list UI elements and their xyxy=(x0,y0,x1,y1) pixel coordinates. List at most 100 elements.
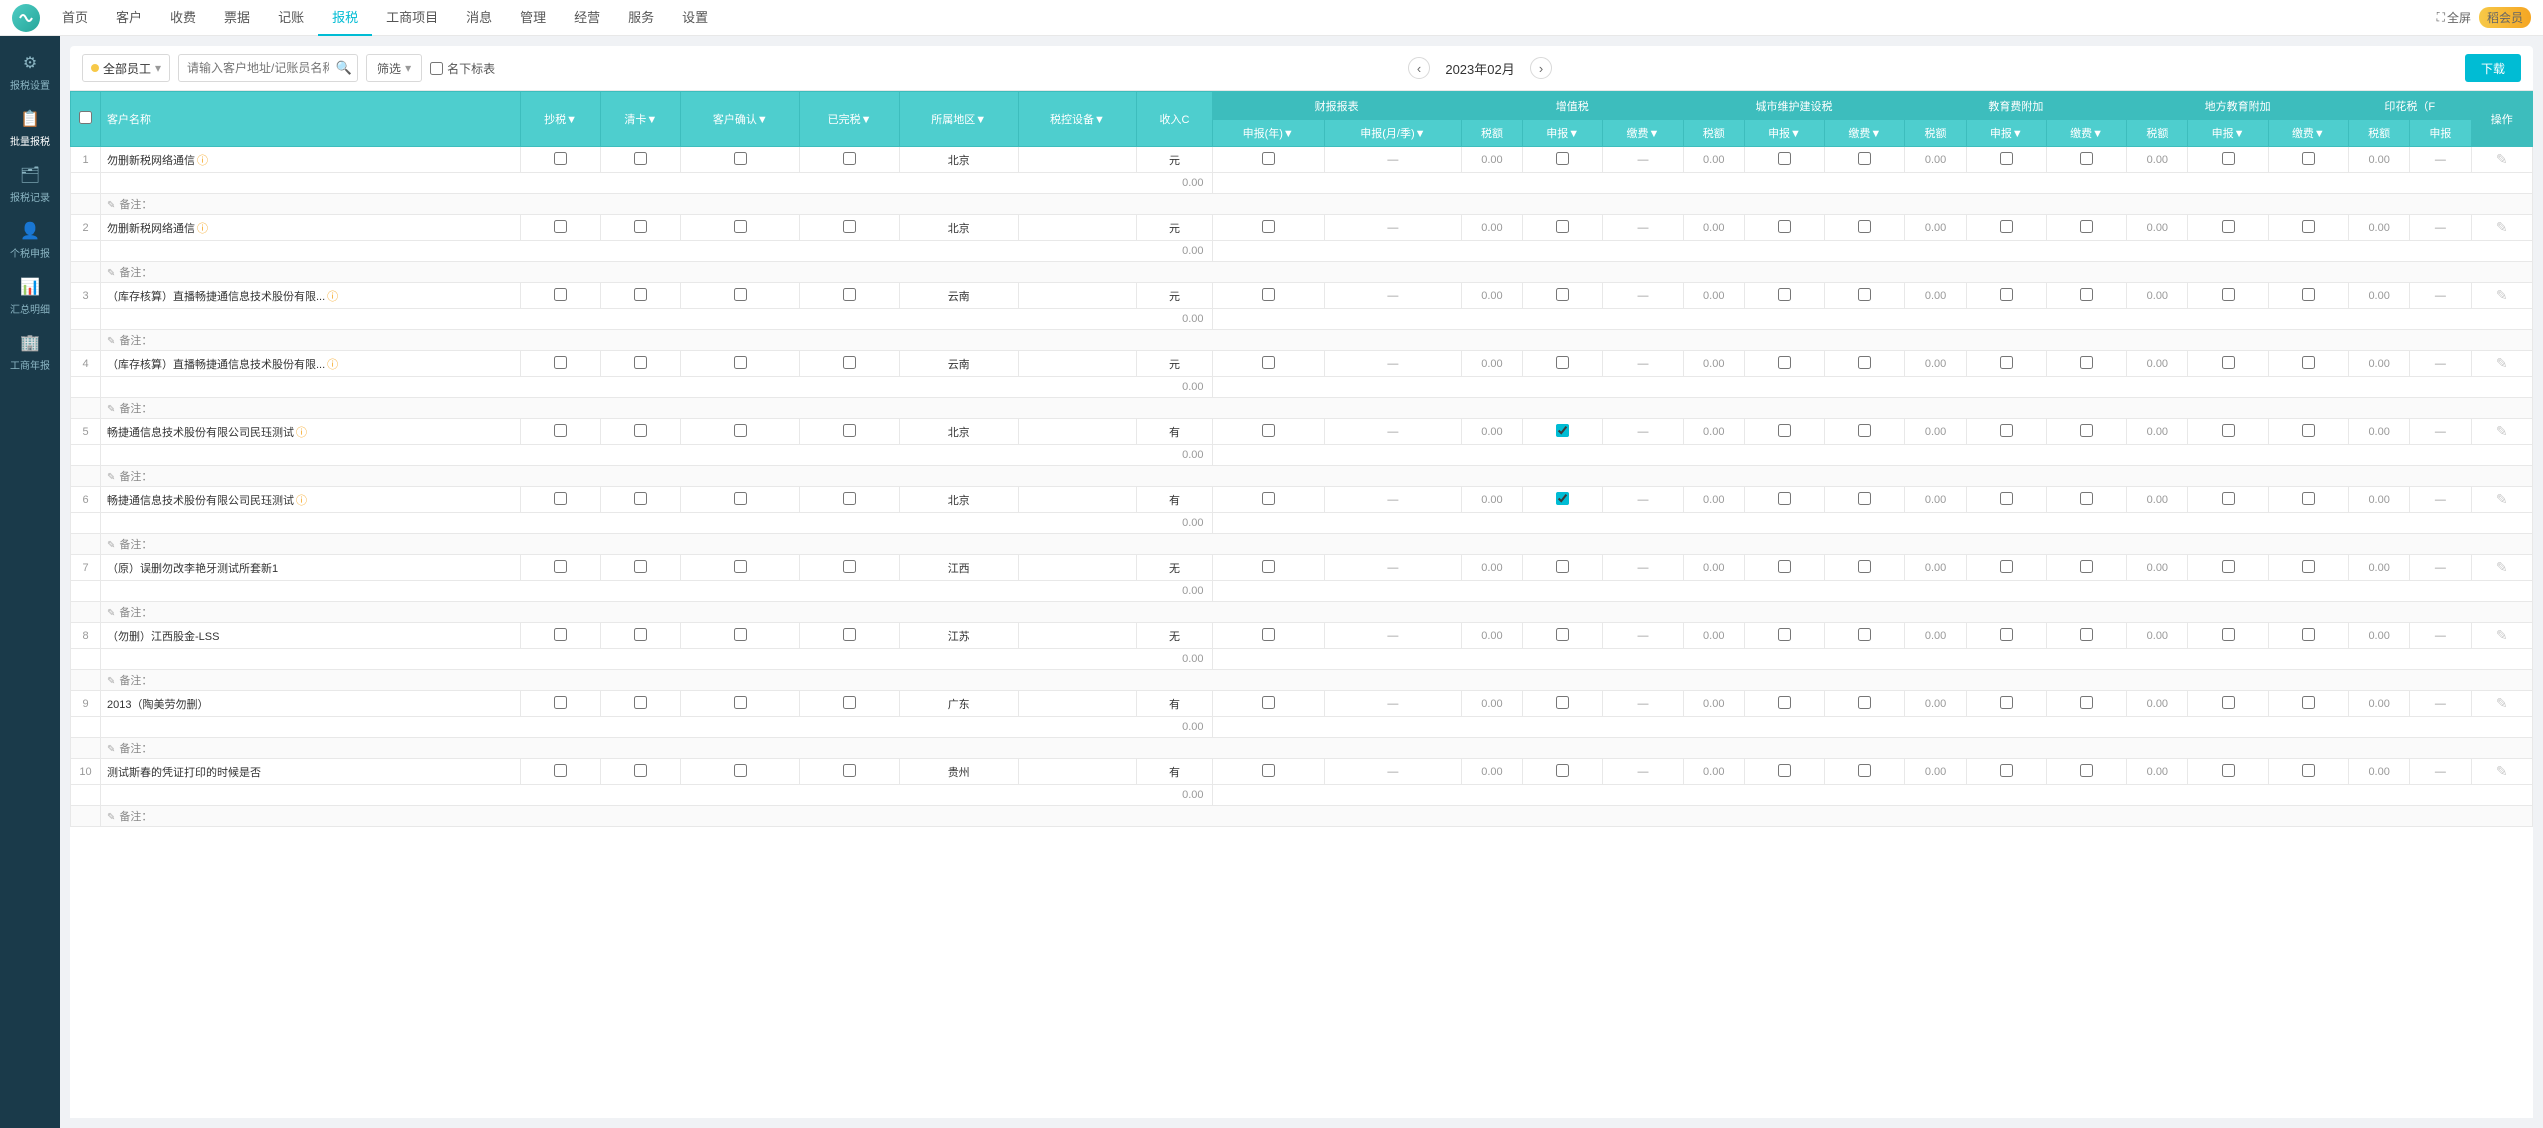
cs-apply-cb[interactable] xyxy=(1744,691,1824,717)
select-all-checkbox[interactable] xyxy=(79,111,92,124)
qingka-cb[interactable] xyxy=(601,283,681,309)
cs-apply-cb[interactable] xyxy=(1744,215,1824,241)
jy-pay-cb[interactable] xyxy=(2046,419,2126,445)
cs-apply-cb[interactable] xyxy=(1744,623,1824,649)
nav-xiaoxi[interactable]: 消息 xyxy=(452,0,506,36)
cs-apply-cb[interactable] xyxy=(1744,283,1824,309)
jy-pay-cb[interactable] xyxy=(2046,759,2126,785)
edit-ops[interactable]: ✎ xyxy=(2471,555,2533,581)
df-apply-cb[interactable] xyxy=(2188,555,2268,581)
edit-icon[interactable]: ✎ xyxy=(2496,695,2508,711)
zz-apply-cb[interactable] xyxy=(1523,147,1603,173)
queren-cb[interactable] xyxy=(681,487,800,513)
cs-pay-cb[interactable] xyxy=(1825,419,1905,445)
jy-pay-cb[interactable] xyxy=(2046,487,2126,513)
df-apply-cb[interactable] xyxy=(2188,419,2268,445)
chaoshui-cb[interactable] xyxy=(520,283,600,309)
edit-icon[interactable]: ✎ xyxy=(2496,491,2508,507)
edit-icon[interactable]: ✎ xyxy=(2496,559,2508,575)
zz-apply-cb[interactable] xyxy=(1523,623,1603,649)
edit-ops[interactable]: ✎ xyxy=(2471,623,2533,649)
df-pay-cb[interactable] xyxy=(2268,351,2348,377)
cs-apply-cb[interactable] xyxy=(1744,351,1824,377)
jy-apply-cb[interactable] xyxy=(1966,283,2046,309)
next-month-button[interactable]: › xyxy=(1530,57,1552,79)
nav-shezhi[interactable]: 设置 xyxy=(668,0,722,36)
cs-pay-cb[interactable] xyxy=(1825,691,1905,717)
filter-button[interactable]: 筛选 ▾ xyxy=(366,54,422,82)
caiwu-year-cb[interactable] xyxy=(1212,487,1324,513)
jy-apply-cb[interactable] xyxy=(1966,691,2046,717)
sidebar-item-geren[interactable]: 👤 个税申报 xyxy=(0,212,60,268)
caiwu-year-cb[interactable] xyxy=(1212,215,1324,241)
df-pay-cb[interactable] xyxy=(2268,147,2348,173)
edit-icon[interactable]: ✎ xyxy=(2496,151,2508,167)
queren-cb[interactable] xyxy=(681,419,800,445)
data-table-wrapper[interactable]: 客户名称 抄税▼ 清卡▼ 客户确认▼ 已完税▼ 所属地区▼ 税控设备▼ 收入C … xyxy=(70,91,2533,1118)
qingka-cb[interactable] xyxy=(601,691,681,717)
df-apply-cb[interactable] xyxy=(2188,759,2268,785)
edit-ops[interactable]: ✎ xyxy=(2471,759,2533,785)
qingka-cb[interactable] xyxy=(601,419,681,445)
df-apply-cb[interactable] xyxy=(2188,351,2268,377)
jy-pay-cb[interactable] xyxy=(2046,147,2126,173)
nav-gongshang[interactable]: 工商项目 xyxy=(372,0,452,36)
nav-guanli[interactable]: 管理 xyxy=(506,0,560,36)
search-icon[interactable]: 🔍 xyxy=(336,60,352,76)
jy-pay-cb[interactable] xyxy=(2046,691,2126,717)
df-pay-cb[interactable] xyxy=(2268,283,2348,309)
cs-pay-cb[interactable] xyxy=(1825,147,1905,173)
chaoshui-cb[interactable] xyxy=(520,623,600,649)
nav-client[interactable]: 客户 xyxy=(102,0,156,36)
th-checkbox[interactable] xyxy=(71,92,101,147)
caiwu-year-cb[interactable] xyxy=(1212,419,1324,445)
wansui-cb[interactable] xyxy=(800,351,900,377)
edit-icon[interactable]: ✎ xyxy=(2496,627,2508,643)
jy-pay-cb[interactable] xyxy=(2046,215,2126,241)
edit-ops[interactable]: ✎ xyxy=(2471,419,2533,445)
df-apply-cb[interactable] xyxy=(2188,487,2268,513)
zz-apply-cb[interactable] xyxy=(1523,555,1603,581)
cs-apply-cb[interactable] xyxy=(1744,555,1824,581)
nav-home[interactable]: 首页 xyxy=(48,0,102,36)
employee-filter[interactable]: 全部员工 ▾ xyxy=(82,54,170,82)
df-pay-cb[interactable] xyxy=(2268,691,2348,717)
jy-pay-cb[interactable] xyxy=(2046,623,2126,649)
edit-ops[interactable]: ✎ xyxy=(2471,487,2533,513)
zz-apply-cb[interactable] xyxy=(1523,283,1603,309)
edit-ops[interactable]: ✎ xyxy=(2471,283,2533,309)
queren-cb[interactable] xyxy=(681,147,800,173)
cs-pay-cb[interactable] xyxy=(1825,351,1905,377)
chaoshui-cb[interactable] xyxy=(520,419,600,445)
edit-ops[interactable]: ✎ xyxy=(2471,351,2533,377)
nav-jingying[interactable]: 经营 xyxy=(560,0,614,36)
df-pay-cb[interactable] xyxy=(2268,215,2348,241)
remark-text[interactable]: ✎备注： xyxy=(101,670,2533,691)
df-apply-cb[interactable] xyxy=(2188,215,2268,241)
chaoshui-cb[interactable] xyxy=(520,215,600,241)
zz-apply-cb[interactable] xyxy=(1523,215,1603,241)
qingka-cb[interactable] xyxy=(601,623,681,649)
nav-baoshui[interactable]: 报税 xyxy=(318,0,372,36)
remark-text[interactable]: ✎备注： xyxy=(101,602,2533,623)
df-pay-cb[interactable] xyxy=(2268,487,2348,513)
wansui-cb[interactable] xyxy=(800,283,900,309)
queren-cb[interactable] xyxy=(681,351,800,377)
qingka-cb[interactable] xyxy=(601,351,681,377)
remark-text[interactable]: ✎备注： xyxy=(101,398,2533,419)
caiwu-year-cb[interactable] xyxy=(1212,623,1324,649)
remark-text[interactable]: ✎备注： xyxy=(101,194,2533,215)
caiwu-year-cb[interactable] xyxy=(1212,555,1324,581)
queren-cb[interactable] xyxy=(681,623,800,649)
caiwu-year-cb[interactable] xyxy=(1212,759,1324,785)
df-apply-cb[interactable] xyxy=(2188,691,2268,717)
cs-apply-cb[interactable] xyxy=(1744,487,1824,513)
search-input[interactable] xyxy=(178,54,358,82)
remark-text[interactable]: ✎备注： xyxy=(101,262,2533,283)
remark-text[interactable]: ✎备注： xyxy=(101,738,2533,759)
zz-apply-cb[interactable] xyxy=(1523,691,1603,717)
edit-ops[interactable]: ✎ xyxy=(2471,691,2533,717)
cs-pay-cb[interactable] xyxy=(1825,487,1905,513)
jy-pay-cb[interactable] xyxy=(2046,283,2126,309)
df-apply-cb[interactable] xyxy=(2188,283,2268,309)
